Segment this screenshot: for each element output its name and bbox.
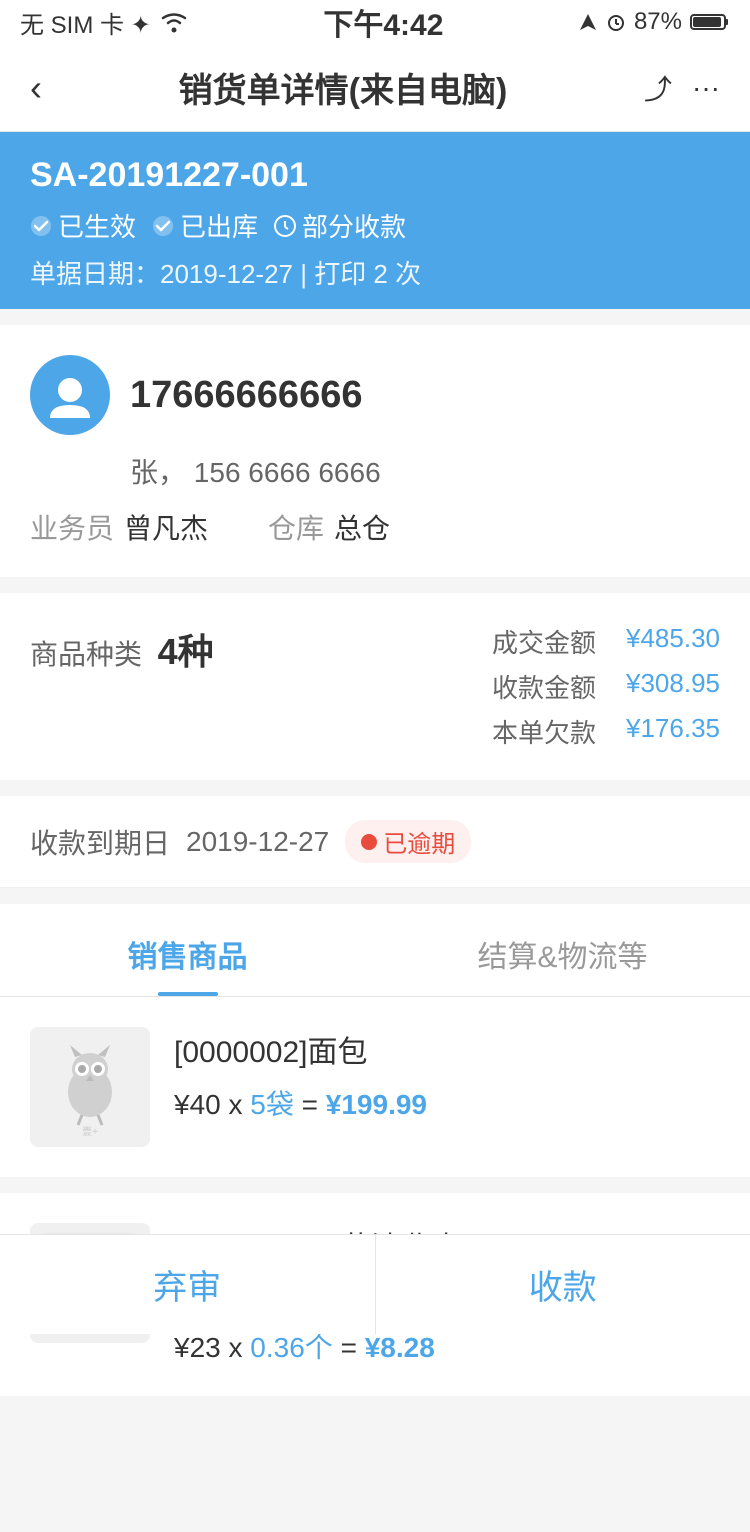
more-button[interactable]: ··· bbox=[692, 72, 720, 104]
product-item: 壹+ [0000002]面包 ¥40 x 5袋 = ¥199.99 bbox=[0, 997, 750, 1177]
page-title: 销货单详情(来自电脑) bbox=[179, 63, 508, 112]
stats-card: 商品种类 4种 成交金额 ¥485.30 收款金额 ¥308.95 本单欠款 ¥… bbox=[0, 593, 750, 780]
product-unit-price-1: ¥40 bbox=[174, 1089, 221, 1120]
product-qty-2: 0.36个 bbox=[250, 1332, 333, 1363]
svg-text:壹+: 壹+ bbox=[82, 1125, 98, 1137]
customer-phone: 张， 156 6666 6666 bbox=[30, 451, 720, 491]
product-price-1: ¥40 x 5袋 = ¥199.99 bbox=[174, 1083, 720, 1123]
salesperson-item: 业务员 曾凡杰 bbox=[30, 507, 208, 547]
customer-header: 17666666666 bbox=[30, 355, 720, 435]
product-thumbnail-1: 壹+ bbox=[30, 1027, 150, 1147]
overdue-dot-icon bbox=[361, 834, 377, 850]
debt-row: 本单欠款 ¥176.35 bbox=[492, 713, 720, 750]
alarm-icon bbox=[606, 12, 626, 32]
overdue-label: 已逾期 bbox=[383, 824, 455, 859]
customer-account-id: 17666666666 bbox=[130, 374, 362, 417]
product-qty-1: 5袋 bbox=[250, 1089, 294, 1120]
location-icon bbox=[578, 12, 598, 32]
check-circle2-icon bbox=[152, 215, 174, 237]
deal-amount-value: ¥485.30 bbox=[626, 623, 720, 660]
banner-date: 单据日期：2019-12-27 | 打印 2 次 bbox=[30, 254, 720, 291]
check-circle-icon bbox=[30, 215, 52, 237]
due-date-label: 收款到期日 bbox=[30, 822, 170, 862]
status-partial-label: 部分收款 bbox=[302, 207, 406, 244]
clock-icon bbox=[274, 215, 296, 237]
product-total-2: ¥8.28 bbox=[365, 1332, 435, 1363]
due-date-card: 收款到期日 2019-12-27 已逾期 bbox=[0, 796, 750, 888]
status-bar: 无 SIM 卡 ✦ 下午4:42 87% bbox=[0, 0, 750, 44]
status-effected-label: 已生效 bbox=[58, 207, 136, 244]
avatar bbox=[30, 355, 110, 435]
status-effected: 已生效 bbox=[30, 207, 136, 244]
no-sim-text: 无 SIM 卡 ✦ bbox=[20, 5, 151, 40]
salesperson-value: 曾凡杰 bbox=[124, 507, 208, 547]
debt-value: ¥176.35 bbox=[626, 713, 720, 750]
back-button[interactable]: ‹ bbox=[30, 67, 42, 109]
customer-meta: 业务员 曾凡杰 仓库 总仓 bbox=[30, 507, 720, 547]
status-partial: 部分收款 bbox=[274, 207, 406, 244]
product-total-1: ¥199.99 bbox=[326, 1089, 427, 1120]
stats-right: 成交金额 ¥485.30 收款金额 ¥308.95 本单欠款 ¥176.35 bbox=[492, 623, 720, 750]
banner-status: 已生效 已出库 部分收款 bbox=[30, 207, 720, 244]
stats-left: 商品种类 4种 bbox=[30, 623, 214, 750]
product-name-1: [0000002]面包 bbox=[174, 1027, 720, 1071]
collect-payment-button[interactable]: 收款 bbox=[376, 1235, 750, 1334]
user-avatar-icon bbox=[45, 370, 95, 420]
customer-card: 17666666666 张， 156 6666 6666 业务员 曾凡杰 仓库 … bbox=[0, 325, 750, 577]
salesperson-label: 业务员 bbox=[30, 507, 114, 547]
nav-bar: ‹ 销货单详情(来自电脑) ⤴ ··· bbox=[0, 44, 750, 132]
product-info-1: [0000002]面包 ¥40 x 5袋 = ¥199.99 bbox=[174, 1027, 720, 1123]
nav-actions: ⤴ ··· bbox=[644, 68, 720, 108]
due-date-value: 2019-12-27 bbox=[186, 826, 329, 858]
product-unit-price-2: ¥23 bbox=[174, 1332, 221, 1363]
owl-placeholder-icon: 壹+ bbox=[40, 1037, 140, 1137]
status-right: 87% bbox=[578, 8, 730, 36]
bottom-bar: 弃审 收款 bbox=[0, 1234, 750, 1334]
debt-label: 本单欠款 bbox=[492, 713, 596, 750]
order-id: SA-20191227-001 bbox=[30, 156, 720, 195]
warehouse-value: 总仓 bbox=[334, 507, 390, 547]
deal-amount-row: 成交金额 ¥485.30 bbox=[492, 623, 720, 660]
tab-settlement[interactable]: 结算&物流等 bbox=[375, 904, 750, 996]
overdue-badge: 已逾期 bbox=[345, 820, 471, 863]
share-button[interactable]: ⤴ bbox=[644, 68, 672, 108]
status-shipped: 已出库 bbox=[152, 207, 258, 244]
header-banner: SA-20191227-001 已生效 已出库 部分收款 单据日期：2019- bbox=[0, 132, 750, 309]
deal-amount-label: 成交金额 bbox=[492, 623, 596, 660]
goods-type-row: 商品种类 4种 bbox=[30, 623, 214, 675]
battery-icon bbox=[690, 12, 730, 32]
received-label: 收款金额 bbox=[492, 668, 596, 705]
goods-type-value: 4种 bbox=[158, 631, 214, 672]
received-row: 收款金额 ¥308.95 bbox=[492, 668, 720, 705]
status-left: 无 SIM 卡 ✦ bbox=[20, 5, 189, 40]
warehouse-label: 仓库 bbox=[268, 507, 324, 547]
goods-type-label: 商品种类 bbox=[30, 639, 142, 670]
product-list: 壹+ [0000002]面包 ¥40 x 5袋 = ¥199.99 bbox=[0, 997, 750, 1396]
cancel-review-button[interactable]: 弃审 bbox=[0, 1235, 376, 1334]
status-shipped-label: 已出库 bbox=[180, 207, 258, 244]
wifi-icon bbox=[159, 11, 189, 33]
battery-text: 87% bbox=[634, 8, 682, 36]
warehouse-item: 仓库 总仓 bbox=[268, 507, 390, 547]
tab-sales-goods[interactable]: 销售商品 bbox=[0, 904, 375, 996]
tab-bar: 销售商品 结算&物流等 bbox=[0, 904, 750, 997]
status-time: 下午4:42 bbox=[323, 0, 443, 44]
received-value: ¥308.95 bbox=[626, 668, 720, 705]
